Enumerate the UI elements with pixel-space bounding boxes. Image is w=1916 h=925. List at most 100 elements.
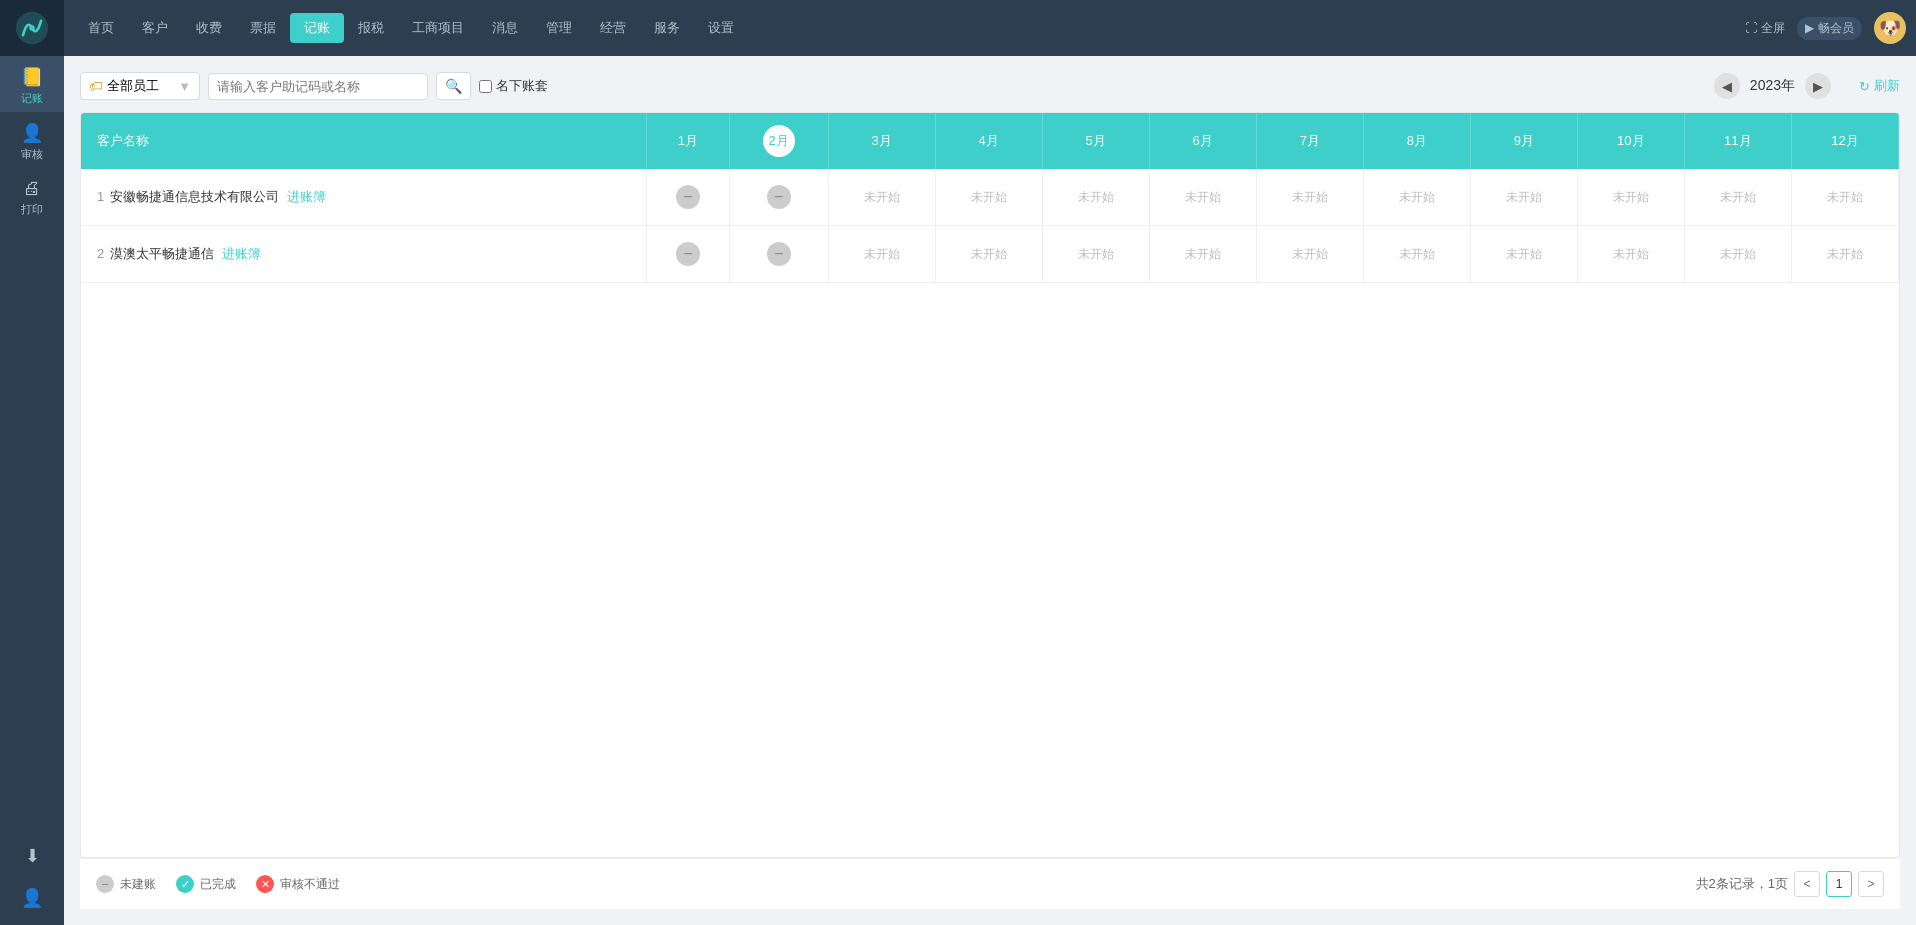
status-not-started-0-7: 未开始 [1399,190,1435,204]
topnav-right: ⛶ 全屏 ▶ 畅会员 🐶 [1745,12,1906,44]
col-month-1: 1月 [646,113,729,169]
jiz-icon: 📒 [21,66,43,88]
refresh-icon: ↻ [1859,79,1870,94]
nav-tax[interactable]: 报税 [344,13,398,43]
col-month-12: 12月 [1791,113,1898,169]
legend-red-circle: ✕ [256,875,274,893]
cell-status-1-2: 未开始 [828,226,935,283]
cell-status-1-6: 未开始 [1256,226,1363,283]
status-not-started-0-11: 未开始 [1827,190,1863,204]
search-input[interactable] [208,73,428,100]
cell-status-0-11: 未开始 [1791,169,1898,226]
nav-invoice[interactable]: 票据 [236,13,290,43]
nav-biz[interactable]: 工商项目 [398,13,478,43]
table-row: 2漠澳太平畅捷通信进账簿−−未开始未开始未开始未开始未开始未开始未开始未开始未开… [81,226,1899,283]
cell-status-1-11: 未开始 [1791,226,1898,283]
fullscreen-button[interactable]: ⛶ 全屏 [1745,20,1785,37]
my-accounts-checkbox[interactable] [479,80,492,93]
legend-rejected: ✕ 审核不通过 [256,875,340,893]
fullscreen-icon: ⛶ [1745,21,1757,35]
status-done-1-1: − [767,242,791,266]
table-body: 1安徽畅捷通信息技术有限公司进账簿−−未开始未开始未开始未开始未开始未开始未开始… [81,169,1899,283]
vip-button[interactable]: ▶ 畅会员 [1797,17,1862,40]
my-accounts-checkbox-label[interactable]: 名下账套 [479,77,548,95]
user-avatar[interactable]: 🐶 [1874,12,1906,44]
legend-not-built: − 未建账 [96,875,156,893]
col-month-9: 9月 [1470,113,1577,169]
sidebar-item-print[interactable]: 🖨 打印 [0,168,64,223]
year-display: 2023年 [1750,77,1795,95]
next-page-button[interactable]: > [1858,871,1884,897]
employee-label: 全部员工 [107,77,159,95]
sidebar-item-user2[interactable]: 👤 [0,877,64,915]
enter-link-0[interactable]: 进账簿 [287,189,326,204]
company-name-0: 安徽畅捷通信息技术有限公司 [110,189,279,204]
company-name-1: 漠澳太平畅捷通信 [110,246,214,261]
status-done-0-0: − [676,185,700,209]
col-month-6: 6月 [1149,113,1256,169]
nav-home[interactable]: 首页 [74,13,128,43]
sidebar-item-shen[interactable]: 👤 审核 [0,112,64,168]
col-month-4: 4月 [935,113,1042,169]
cell-status-0-1: − [729,169,828,226]
nav-account[interactable]: 记账 [290,13,344,43]
enter-link-1[interactable]: 进账簿 [222,246,261,261]
nav-ops[interactable]: 经营 [586,13,640,43]
download-icon: ⬇ [25,845,40,867]
col-client-name: 客户名称 [81,113,646,169]
filter-bar: 🏷 全部员工 ▼ 🔍 名下账套 ◀ 2023年 ▶ ↻ 刷新 [80,72,1900,100]
status-not-started-1-3: 未开始 [971,247,1007,261]
svg-point-1 [29,25,34,30]
cell-status-0-5: 未开始 [1149,169,1256,226]
status-not-started-1-8: 未开始 [1506,247,1542,261]
status-not-started-1-2: 未开始 [864,247,900,261]
current-page[interactable]: 1 [1826,871,1852,897]
my-accounts-label: 名下账套 [496,77,548,95]
search-button[interactable]: 🔍 [436,72,471,100]
legend-not-built-label: 未建账 [120,876,156,893]
cell-status-0-3: 未开始 [935,169,1042,226]
legend-minus-icon: − [101,877,109,892]
cell-status-1-8: 未开始 [1470,226,1577,283]
nav-mgmt[interactable]: 管理 [532,13,586,43]
sidebar-item-shen-label: 审核 [21,147,43,162]
status-not-started-0-10: 未开始 [1720,190,1756,204]
year-nav: ◀ 2023年 ▶ [1714,73,1831,99]
legend-teal-circle: ✓ [176,875,194,893]
sidebar-item-download[interactable]: ⬇ [0,835,64,873]
legend-gray-circle: − [96,875,114,893]
employee-select[interactable]: 🏷 全部员工 ▼ [80,72,200,100]
prev-year-button[interactable]: ◀ [1714,73,1740,99]
col-month-3: 3月 [828,113,935,169]
prev-page-button[interactable]: < [1794,871,1820,897]
status-not-started-0-9: 未开始 [1613,190,1649,204]
nav-customer[interactable]: 客户 [128,13,182,43]
cell-status-0-7: 未开始 [1363,169,1470,226]
status-not-started-0-4: 未开始 [1078,190,1114,204]
table-row: 1安徽畅捷通信息技术有限公司进账簿−−未开始未开始未开始未开始未开始未开始未开始… [81,169,1899,226]
cell-status-0-10: 未开始 [1684,169,1791,226]
legend-done-label: 已完成 [200,876,236,893]
col-month-11: 11月 [1684,113,1791,169]
status-not-started-1-4: 未开始 [1078,247,1114,261]
nav-settings[interactable]: 设置 [694,13,748,43]
sidebar-item-jiz[interactable]: 📒 记账 [0,56,64,112]
row-num-1: 2 [97,246,104,261]
vip-icon: ▶ [1805,21,1814,35]
nav-service[interactable]: 服务 [640,13,694,43]
col-month-7: 7月 [1256,113,1363,169]
print-icon: 🖨 [23,178,41,199]
cell-status-1-4: 未开始 [1042,226,1149,283]
status-not-started-1-11: 未开始 [1827,247,1863,261]
refresh-button[interactable]: ↻ 刷新 [1859,77,1900,95]
cell-status-0-0: − [646,169,729,226]
legend-x-icon: ✕ [261,878,270,891]
sidebar-bottom: ⬇ 👤 [0,835,64,925]
nav-msg[interactable]: 消息 [478,13,532,43]
nav-fee[interactable]: 收费 [182,13,236,43]
cell-status-0-6: 未开始 [1256,169,1363,226]
next-year-button[interactable]: ▶ [1805,73,1831,99]
topnav: 首页 客户 收费 票据 记账 报税 工商项目 消息 管理 经营 服务 设置 ⛶ … [64,0,1916,56]
cell-client-name-1: 2 漠澳太平畅捷通信进账簿 [81,226,646,283]
status-not-started-1-10: 未开始 [1720,247,1756,261]
